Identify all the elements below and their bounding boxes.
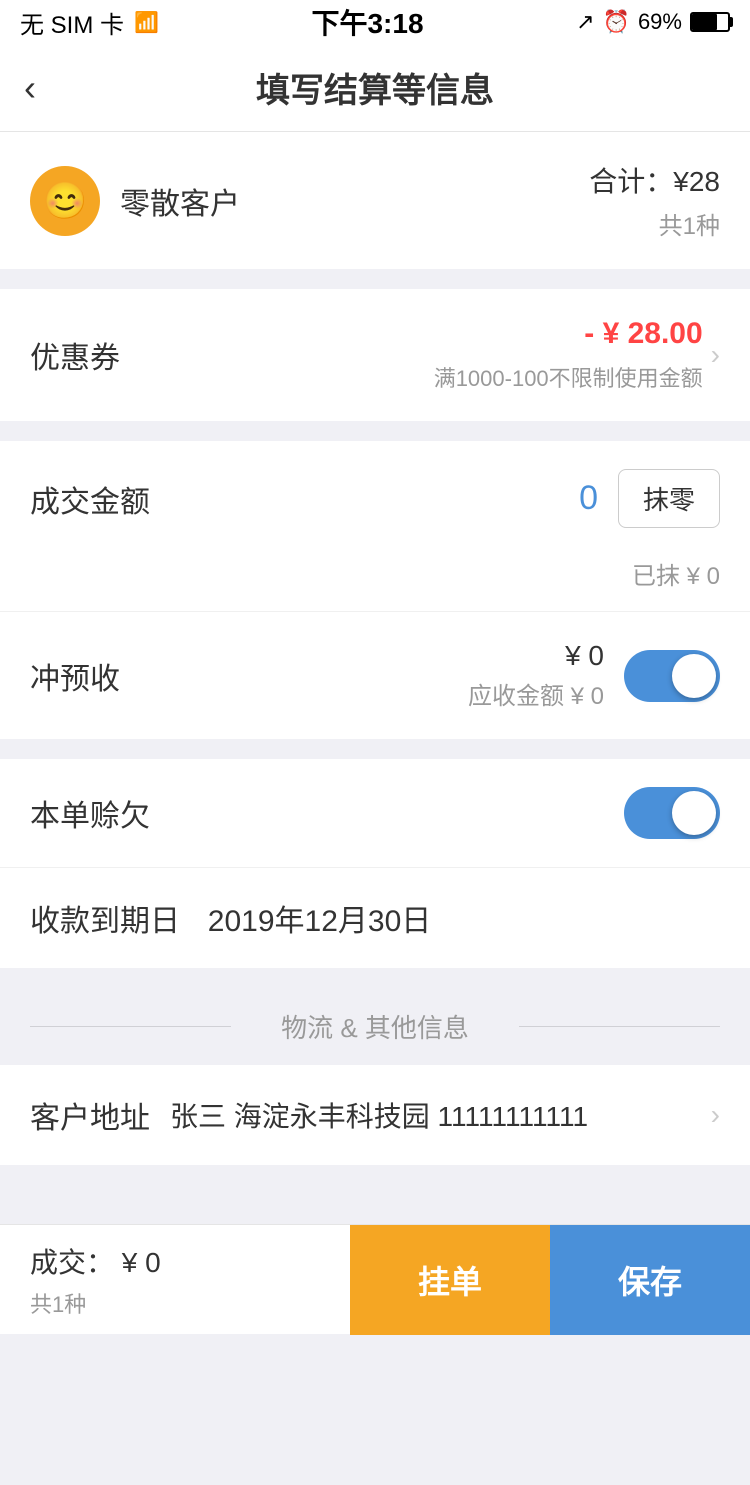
bottom-count: 共1种: [30, 1287, 320, 1319]
due-date-value: 2019年12月30日: [208, 905, 431, 938]
prepay-toggle[interactable]: [624, 650, 720, 702]
status-bar: 无 SIM 卡 📶 下午3:18 ↗ ⏰ 69%: [0, 0, 750, 44]
prepay-label: 冲预收: [30, 654, 120, 698]
coupon-section: 优惠券 - ¥ 28.00 满1000-100不限制使用金额 ›: [0, 289, 750, 421]
address-row[interactable]: 客户地址 张三 海淀永丰科技园 11111111111 ›: [0, 1065, 750, 1165]
prepay-amount: ¥ 0: [468, 640, 604, 672]
coupon-desc: 满1000-100不限制使用金额: [434, 361, 703, 393]
customer-left: 😊 零散客户: [30, 166, 240, 236]
bottom-bar: 成交： ¥ 0 共1种 挂单 保存: [0, 1224, 750, 1334]
customer-row: 😊 零散客户 合计：¥28 共1种: [0, 132, 750, 269]
deal-right: 0 抹零: [579, 469, 720, 528]
battery-icon: [690, 12, 730, 32]
coupon-amount: - ¥ 28.00: [584, 317, 702, 351]
due-date-label: 收款到期日: [30, 905, 180, 938]
divider-line-right: [519, 1026, 720, 1027]
status-left: 无 SIM 卡 📶: [20, 5, 159, 40]
gap-2: [0, 421, 750, 441]
no-sim-text: 无 SIM 卡: [20, 5, 124, 40]
deal-section: 成交金额 0 抹零 已抹 ¥ 0 冲预收 ¥ 0 应收金额 ¥ 0: [0, 441, 750, 739]
coupon-right: - ¥ 28.00 满1000-100不限制使用金额: [434, 317, 703, 393]
address-section: 客户地址 张三 海淀永丰科技园 11111111111 ›: [0, 1065, 750, 1165]
customer-count: 共1种: [589, 206, 720, 241]
address-value: 张三 海淀永丰科技园 11111111111: [170, 1095, 691, 1135]
hold-button[interactable]: 挂单: [350, 1225, 550, 1335]
battery-text: 69%: [638, 9, 682, 35]
bottom-deal-label: 成交：: [30, 1247, 114, 1278]
credit-toggle[interactable]: [624, 787, 720, 839]
prepay-receivable: 应收金额 ¥ 0: [468, 676, 604, 711]
back-button[interactable]: ‹: [24, 67, 36, 109]
page-title: 填写结算等信息: [256, 63, 494, 112]
gap-4: [0, 968, 750, 988]
deal-row: 成交金额 0 抹零: [0, 441, 750, 556]
bottom-deal-value: ¥ 0: [122, 1247, 161, 1278]
save-button[interactable]: 保存: [550, 1225, 750, 1335]
alarm-icon: ⏰: [603, 9, 630, 35]
gap-3: [0, 739, 750, 759]
wifi-icon: 📶: [134, 10, 159, 35]
logistics-divider-text: 物流 & 其他信息: [281, 1008, 469, 1045]
status-time: 下午3:18: [311, 2, 423, 42]
credit-section: 本单赊欠 收款到期日 2019年12月30日: [0, 759, 750, 968]
customer-right: 合计：¥28 共1种: [589, 160, 720, 241]
credit-row: 本单赊欠: [0, 759, 750, 867]
due-date-row: 收款到期日 2019年12月30日: [0, 867, 750, 968]
round-button[interactable]: 抹零: [618, 469, 720, 528]
gap-1: [0, 269, 750, 289]
deal-label: 成交金额: [30, 477, 150, 521]
deal-sub: 已抹 ¥ 0: [0, 556, 750, 611]
coupon-row[interactable]: 优惠券 - ¥ 28.00 满1000-100不限制使用金额 ›: [0, 289, 750, 421]
prepay-row: 冲预收 ¥ 0 应收金额 ¥ 0: [0, 611, 750, 739]
avatar-icon: 😊: [43, 180, 88, 222]
status-right: ↗ ⏰ 69%: [576, 9, 730, 35]
deal-amount: 0: [579, 479, 598, 518]
logistics-divider: 物流 & 其他信息: [0, 988, 750, 1065]
avatar: 😊: [30, 166, 100, 236]
customer-section: 😊 零散客户 合计：¥28 共1种: [0, 132, 750, 269]
bottom-deal-amount: 成交： ¥ 0: [30, 1241, 320, 1281]
coupon-label: 优惠券: [30, 333, 120, 377]
prepay-right: ¥ 0 应收金额 ¥ 0: [468, 640, 720, 711]
location-icon: ↗: [576, 9, 594, 35]
credit-toggle-knob: [672, 791, 716, 835]
toggle-knob: [672, 654, 716, 698]
address-label: 客户地址: [30, 1093, 150, 1137]
prepay-info: ¥ 0 应收金额 ¥ 0: [468, 640, 604, 711]
coupon-chevron-icon: ›: [711, 339, 720, 371]
divider-line-container: 物流 & 其他信息: [0, 1008, 750, 1045]
address-chevron-icon: ›: [711, 1099, 720, 1131]
nav-bar: ‹ 填写结算等信息: [0, 44, 750, 132]
divider-line-left: [30, 1026, 231, 1027]
customer-name: 零散客户: [120, 179, 240, 223]
bottom-summary: 成交： ¥ 0 共1种: [0, 1241, 350, 1319]
credit-label: 本单赊欠: [30, 791, 150, 835]
customer-total: 合计：¥28: [589, 160, 720, 200]
